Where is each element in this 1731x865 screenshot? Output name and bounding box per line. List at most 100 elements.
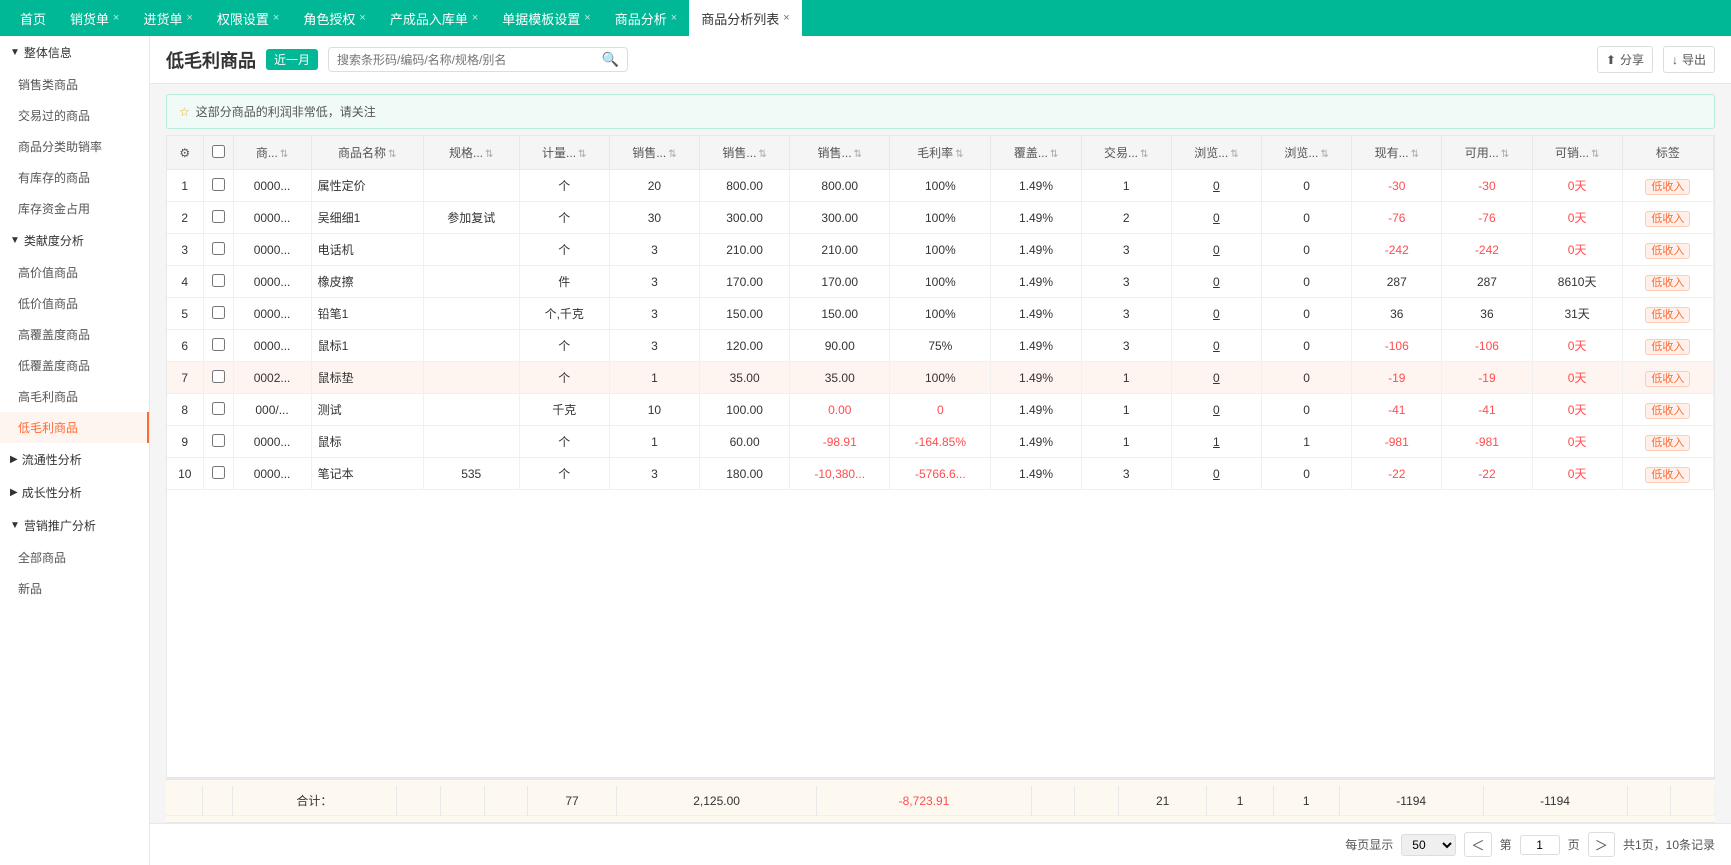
sidebar-item-low-margin[interactable]: 低毛利商品 <box>0 412 149 443</box>
row-checkbox[interactable] <box>212 402 225 415</box>
th-check[interactable] <box>203 136 233 170</box>
share-button[interactable]: ⬆ 分享 <box>1597 46 1653 73</box>
cell-check[interactable] <box>203 394 233 426</box>
row-checkbox[interactable] <box>212 210 225 223</box>
close-icon[interactable]: × <box>113 12 119 24</box>
sidebar-section-marketing[interactable]: ▼ 营销推广分析 <box>0 509 149 542</box>
nav-sales[interactable]: 销货单 × <box>58 0 131 36</box>
th-settings[interactable]: ⚙ <box>167 136 203 170</box>
cell-view1[interactable]: 0 <box>1171 266 1261 298</box>
sort-icon[interactable]: ⇅ <box>388 149 396 160</box>
close-icon[interactable]: × <box>359 12 365 24</box>
row-checkbox[interactable] <box>212 178 225 191</box>
sort-icon[interactable]: ⇅ <box>1230 149 1238 160</box>
close-icon[interactable]: × <box>186 12 192 24</box>
cell-name: 属性定价 <box>311 170 423 202</box>
sort-icon[interactable]: ⇅ <box>1501 149 1509 160</box>
sort-icon[interactable]: ⇅ <box>1140 149 1148 160</box>
cell-view1[interactable]: 1 <box>1171 426 1261 458</box>
row-checkbox[interactable] <box>212 306 225 319</box>
sort-icon[interactable]: ⇅ <box>1320 149 1328 160</box>
cell-check[interactable] <box>203 170 233 202</box>
nav-role[interactable]: 角色授权 × <box>291 0 377 36</box>
row-checkbox[interactable] <box>212 370 225 383</box>
export-button[interactable]: ↓ 导出 <box>1663 46 1715 73</box>
cell-check[interactable] <box>203 298 233 330</box>
row-checkbox[interactable] <box>212 434 225 447</box>
cell-check[interactable] <box>203 362 233 394</box>
sort-icon[interactable]: ⇅ <box>485 149 493 160</box>
sort-icon[interactable]: ⇅ <box>1411 149 1419 160</box>
sort-icon[interactable]: ⇅ <box>578 149 586 160</box>
nav-template[interactable]: 单据模板设置 × <box>490 0 602 36</box>
sort-icon[interactable]: ⇅ <box>1050 149 1058 160</box>
cell-view1[interactable]: 0 <box>1171 458 1261 490</box>
page-number-input[interactable] <box>1520 835 1560 855</box>
sidebar-item-goods-sales-rate[interactable]: 商品分类助销率 <box>0 131 149 162</box>
sort-icon[interactable]: ⇅ <box>758 149 766 160</box>
sidebar-item-stock-capital[interactable]: 库存资金占用 <box>0 193 149 224</box>
prev-page-button[interactable]: ＜ <box>1464 832 1491 857</box>
sidebar-item-new-goods[interactable]: 新品 <box>0 573 149 604</box>
close-icon[interactable]: × <box>783 12 789 24</box>
date-badge[interactable]: 近一月 <box>266 49 318 70</box>
cell-view2: 0 <box>1261 458 1351 490</box>
row-checkbox[interactable] <box>212 466 225 479</box>
select-all-checkbox[interactable] <box>212 145 225 158</box>
row-checkbox[interactable] <box>212 242 225 255</box>
sort-icon[interactable]: ⇅ <box>668 149 676 160</box>
cell-check[interactable] <box>203 266 233 298</box>
page-size-select[interactable]: 50 20 100 <box>1401 834 1456 856</box>
close-icon[interactable]: × <box>671 12 677 24</box>
search-icon[interactable]: 🔍 <box>602 51 619 68</box>
sidebar-item-low-value[interactable]: 低价值商品 <box>0 288 149 319</box>
row-checkbox[interactable] <box>212 338 225 351</box>
sort-icon[interactable]: ⇅ <box>854 149 862 160</box>
nav-goods-analysis-list[interactable]: 商品分析列表 × <box>689 0 801 36</box>
nav-goods-analysis[interactable]: 商品分析 × <box>603 0 689 36</box>
cell-check[interactable] <box>203 234 233 266</box>
nav-purchase[interactable]: 进货单 × <box>131 0 204 36</box>
close-icon[interactable]: × <box>584 12 590 24</box>
sidebar-item-high-margin[interactable]: 高毛利商品 <box>0 381 149 412</box>
cell-view1[interactable]: 0 <box>1171 298 1261 330</box>
next-page-button[interactable]: ＞ <box>1588 832 1615 857</box>
sidebar-item-all-goods[interactable]: 全部商品 <box>0 542 149 573</box>
cell-view1[interactable]: 0 <box>1171 362 1261 394</box>
nav-home[interactable]: 首页 <box>8 0 58 36</box>
sidebar-item-high-value[interactable]: 高价值商品 <box>0 257 149 288</box>
cell-check[interactable] <box>203 330 233 362</box>
sidebar-item-low-coverage[interactable]: 低覆盖度商品 <box>0 350 149 381</box>
th-saledays: 可销...⇅ <box>1532 136 1622 170</box>
row-checkbox[interactable] <box>212 274 225 287</box>
cell-view1[interactable]: 0 <box>1171 202 1261 234</box>
table-row: 7 0002... 鼠标垫 个 1 35.00 35.00 100% 1.49%… <box>167 362 1714 394</box>
sidebar-section-general[interactable]: ▼ 整体信息 <box>0 36 149 69</box>
sidebar-item-sales-goods[interactable]: 销售类商品 <box>0 69 149 100</box>
cell-view1[interactable]: 0 <box>1171 330 1261 362</box>
nav-product-in[interactable]: 产成品入库单 × <box>378 0 490 36</box>
close-icon[interactable]: × <box>273 12 279 24</box>
sort-icon[interactable]: ⇅ <box>1591 149 1599 160</box>
sort-icon[interactable]: ⇅ <box>280 149 288 160</box>
cell-check[interactable] <box>203 426 233 458</box>
cell-unit: 个 <box>519 362 609 394</box>
sidebar-item-in-stock-goods[interactable]: 有库存的商品 <box>0 162 149 193</box>
sidebar-item-high-coverage[interactable]: 高覆盖度商品 <box>0 319 149 350</box>
sidebar-section-growth[interactable]: ▶ 成长性分析 <box>0 476 149 509</box>
sidebar-section-contribution[interactable]: ▼ 类献度分析 <box>0 224 149 257</box>
nav-permission[interactable]: 权限设置 × <box>205 0 291 36</box>
sidebar-item-traded-goods[interactable]: 交易过的商品 <box>0 100 149 131</box>
cell-unit: 个 <box>519 202 609 234</box>
page-unit-label: 页 <box>1568 836 1580 853</box>
cell-cover: 1.49% <box>991 170 1081 202</box>
cell-view1[interactable]: 0 <box>1171 394 1261 426</box>
sidebar-section-circulation[interactable]: ▶ 流通性分析 <box>0 443 149 476</box>
cell-check[interactable] <box>203 202 233 234</box>
close-icon[interactable]: × <box>472 12 478 24</box>
sort-icon[interactable]: ⇅ <box>955 149 963 160</box>
cell-view1[interactable]: 0 <box>1171 234 1261 266</box>
cell-check[interactable] <box>203 458 233 490</box>
search-input[interactable] <box>337 53 602 67</box>
cell-view1[interactable]: 0 <box>1171 170 1261 202</box>
